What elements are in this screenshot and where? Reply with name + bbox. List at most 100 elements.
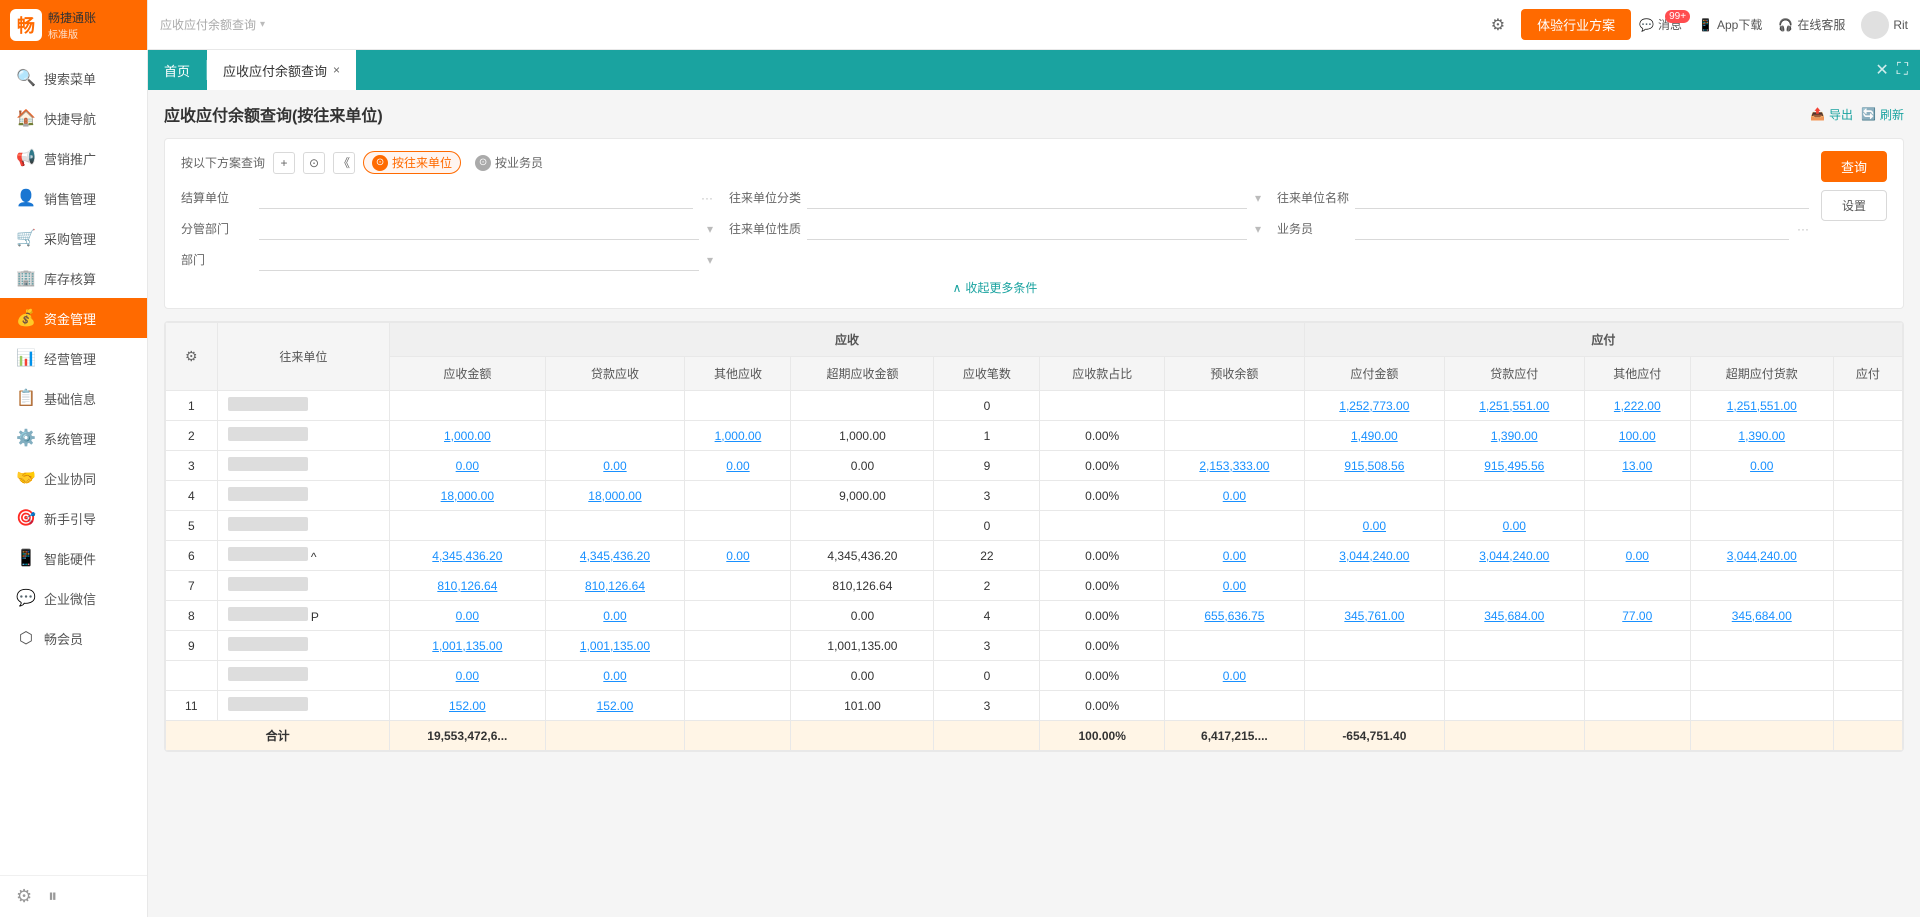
sales-icon: 👤 xyxy=(16,188,36,208)
tab-home[interactable]: 首页 xyxy=(148,50,206,90)
filter-schemes: ⊙ 按往来单位 ⊙ 按业务员 xyxy=(363,151,551,174)
filter-settings-button[interactable]: ⊙ xyxy=(303,152,325,174)
partner-nature-input[interactable] xyxy=(807,217,1247,240)
col-payable-suffix-header: 应付 xyxy=(1833,357,1902,391)
sidebar-item-sales[interactable]: 👤 销售管理 xyxy=(0,178,147,218)
table-row: 8 P0.000.000.0040.00%655,636.75345,761.0… xyxy=(166,601,1903,631)
service-label: 在线客服 xyxy=(1797,16,1845,33)
solution-button[interactable]: 体验行业方案 xyxy=(1521,9,1631,40)
app-download-button[interactable]: 📱 App下载 xyxy=(1698,16,1762,33)
scheme-partner-icon: ⊙ xyxy=(372,155,388,171)
filter-scheme-label: 按以下方案查询 xyxy=(181,154,265,171)
partner-nature-row: 往来单位性质 ▾ xyxy=(729,217,1261,240)
sidebar-item-quick-nav[interactable]: 🏠 快捷导航 xyxy=(0,98,147,138)
total-receivable-amount: 19,553,472,6... xyxy=(390,721,545,751)
collapse-more-label: 收起更多条件 xyxy=(965,279,1037,296)
table-row: 11152.00152.00101.0030.00% xyxy=(166,691,1903,721)
sidebar-item-system[interactable]: ⚙️ 系统管理 xyxy=(0,418,147,458)
collapse-up-icon: ∧ xyxy=(953,281,962,295)
page-actions: 📤 导出 🔄 刷新 xyxy=(1810,106,1904,123)
scheme-by-partner[interactable]: ⊙ 按往来单位 xyxy=(363,151,461,174)
topbar-right: 💬 消息 99+ 📱 App下载 🎧 在线客服 Rit xyxy=(1639,11,1908,39)
scheme-by-salesperson[interactable]: ⊙ 按业务员 xyxy=(467,151,551,174)
table-row: 21,000.001,000.001,000.0010.00%1,490.001… xyxy=(166,421,1903,451)
basic-info-icon: 📋 xyxy=(16,388,36,408)
table-row: 500.000.00 xyxy=(166,511,1903,541)
partner-name-row: 往来单位名称 xyxy=(1277,186,1809,209)
collapse-more-btn[interactable]: ∧ 收起更多条件 xyxy=(181,279,1809,296)
settlement-unit-dots: ··· xyxy=(701,191,713,205)
topbar-gear-icon[interactable]: ⚙ xyxy=(1491,15,1505,35)
total-overdue-receivable xyxy=(791,721,934,751)
dept-dropdown-icon: ▾ xyxy=(707,253,713,267)
add-icon: + xyxy=(281,156,288,170)
search-menu-icon: 🔍 xyxy=(16,68,36,88)
page-container: 应收应付余额查询(按往来单位) 📤 导出 🔄 刷新 按以下方案查询 xyxy=(148,90,1920,917)
sidebar-item-search-menu[interactable]: 🔍 搜索菜单 xyxy=(0,58,147,98)
filter-panel: 按以下方案查询 + ⊙ 《 ⊙ 按往来单 xyxy=(164,138,1904,309)
logo-icon: 畅 xyxy=(10,9,42,41)
member-icon: ⬡ xyxy=(16,628,36,648)
footer-collapse-icon[interactable]: ⏸ xyxy=(48,886,57,907)
dept-manager-dropdown-icon: ▾ xyxy=(707,222,713,236)
tabbar-expand-icon[interactable]: ⛶ xyxy=(1897,61,1908,79)
settlement-unit-input[interactable] xyxy=(259,186,693,209)
sidebar-logo: 畅 畅捷通账 标准版 xyxy=(0,0,147,50)
query-button[interactable]: 查询 xyxy=(1821,151,1887,182)
filter-add-button[interactable]: + xyxy=(273,152,295,174)
sidebar-item-marketing[interactable]: 📢 营销推广 xyxy=(0,138,147,178)
messages-button[interactable]: 💬 消息 99+ xyxy=(1639,16,1682,33)
partner-category-label: 往来单位分类 xyxy=(729,189,799,206)
tabbar-close-icon[interactable]: ✕ xyxy=(1875,60,1888,80)
sidebar-item-basic-info[interactable]: 📋 基础信息 xyxy=(0,378,147,418)
sidebar-item-smart-hardware[interactable]: 📱 智能硬件 xyxy=(0,538,147,578)
export-button[interactable]: 📤 导出 xyxy=(1810,106,1853,123)
online-service-button[interactable]: 🎧 在线客服 xyxy=(1778,16,1845,33)
sidebar-item-purchase[interactable]: 🛒 采购管理 xyxy=(0,218,147,258)
col-overdue-payable-header: 超期应付货款 xyxy=(1690,357,1833,391)
sidebar-item-enterprise-wechat[interactable]: 💬 企业微信 xyxy=(0,578,147,618)
tab-close-icon[interactable]: × xyxy=(333,63,340,77)
total-payable-suffix xyxy=(1833,721,1902,751)
footer-settings-icon[interactable]: ⚙ xyxy=(16,886,32,907)
messages-icon: 💬 xyxy=(1639,18,1654,32)
tab-receivable-query[interactable]: 应收应付余额查询 × xyxy=(207,50,356,90)
settlement-unit-row: 结算单位 ··· xyxy=(181,186,713,209)
col-partner-header: 往来单位 xyxy=(217,323,390,391)
sidebar-item-guide[interactable]: 🎯 新手引导 xyxy=(0,498,147,538)
col-payable-amount-header: 应付金额 xyxy=(1304,357,1444,391)
col-settings-header[interactable]: ⚙ xyxy=(166,323,218,391)
dept-label: 部门 xyxy=(181,251,251,268)
breadcrumb-chevron-icon: ▾ xyxy=(260,19,265,30)
filter-collapse-button[interactable]: 《 xyxy=(333,152,355,174)
dept-input[interactable] xyxy=(259,248,699,271)
partner-name-input[interactable] xyxy=(1355,186,1809,209)
sidebar-item-operations[interactable]: 📊 经营管理 xyxy=(0,338,147,378)
tabbar-right: ✕ ⛶ xyxy=(1875,60,1920,80)
sidebar-footer: ⚙ ⏸ xyxy=(0,875,147,917)
refresh-button[interactable]: 🔄 刷新 xyxy=(1861,106,1904,123)
partner-category-input[interactable] xyxy=(807,186,1247,209)
sidebar-item-member[interactable]: ⬡ 畅会员 xyxy=(0,618,147,658)
user-profile[interactable]: Rit xyxy=(1861,11,1908,39)
settings-button[interactable]: 设置 xyxy=(1821,190,1887,221)
enterprise-wechat-icon: 💬 xyxy=(16,588,36,608)
sidebar-nav: 🔍 搜索菜单 🏠 快捷导航 📢 营销推广 👤 销售管理 🛒 采购管理 🏢 库存核… xyxy=(0,50,147,875)
sidebar-item-inventory[interactable]: 🏢 库存核算 xyxy=(0,258,147,298)
table-settings-icon[interactable]: ⚙ xyxy=(185,348,198,364)
system-icon: ⚙️ xyxy=(16,428,36,448)
sidebar-item-enterprise[interactable]: 🤝 企业协同 xyxy=(0,458,147,498)
table-container: ⚙ 往来单位 应收 应付 应收金额 贷款应收 其他应收 超期应收金额 应收笔数 … xyxy=(164,321,1904,752)
salesperson-input[interactable] xyxy=(1355,217,1789,240)
guide-icon: 🎯 xyxy=(16,508,36,528)
logo-sub: 标准版 xyxy=(48,26,96,41)
salesperson-row: 业务员 ··· xyxy=(1277,217,1809,240)
sidebar-item-capital[interactable]: 💰 资金管理 xyxy=(0,298,147,338)
filter-grid: 结算单位 ··· 往来单位分类 ▾ 往来单位名称 xyxy=(181,186,1809,271)
smart-hardware-icon: 📱 xyxy=(16,548,36,568)
dept-manager-input[interactable] xyxy=(259,217,699,240)
total-other-payable xyxy=(1584,721,1690,751)
total-receivable-count xyxy=(934,721,1040,751)
col-receivable-ratio-header: 应收款占比 xyxy=(1040,357,1164,391)
partner-name-label: 往来单位名称 xyxy=(1277,189,1347,206)
